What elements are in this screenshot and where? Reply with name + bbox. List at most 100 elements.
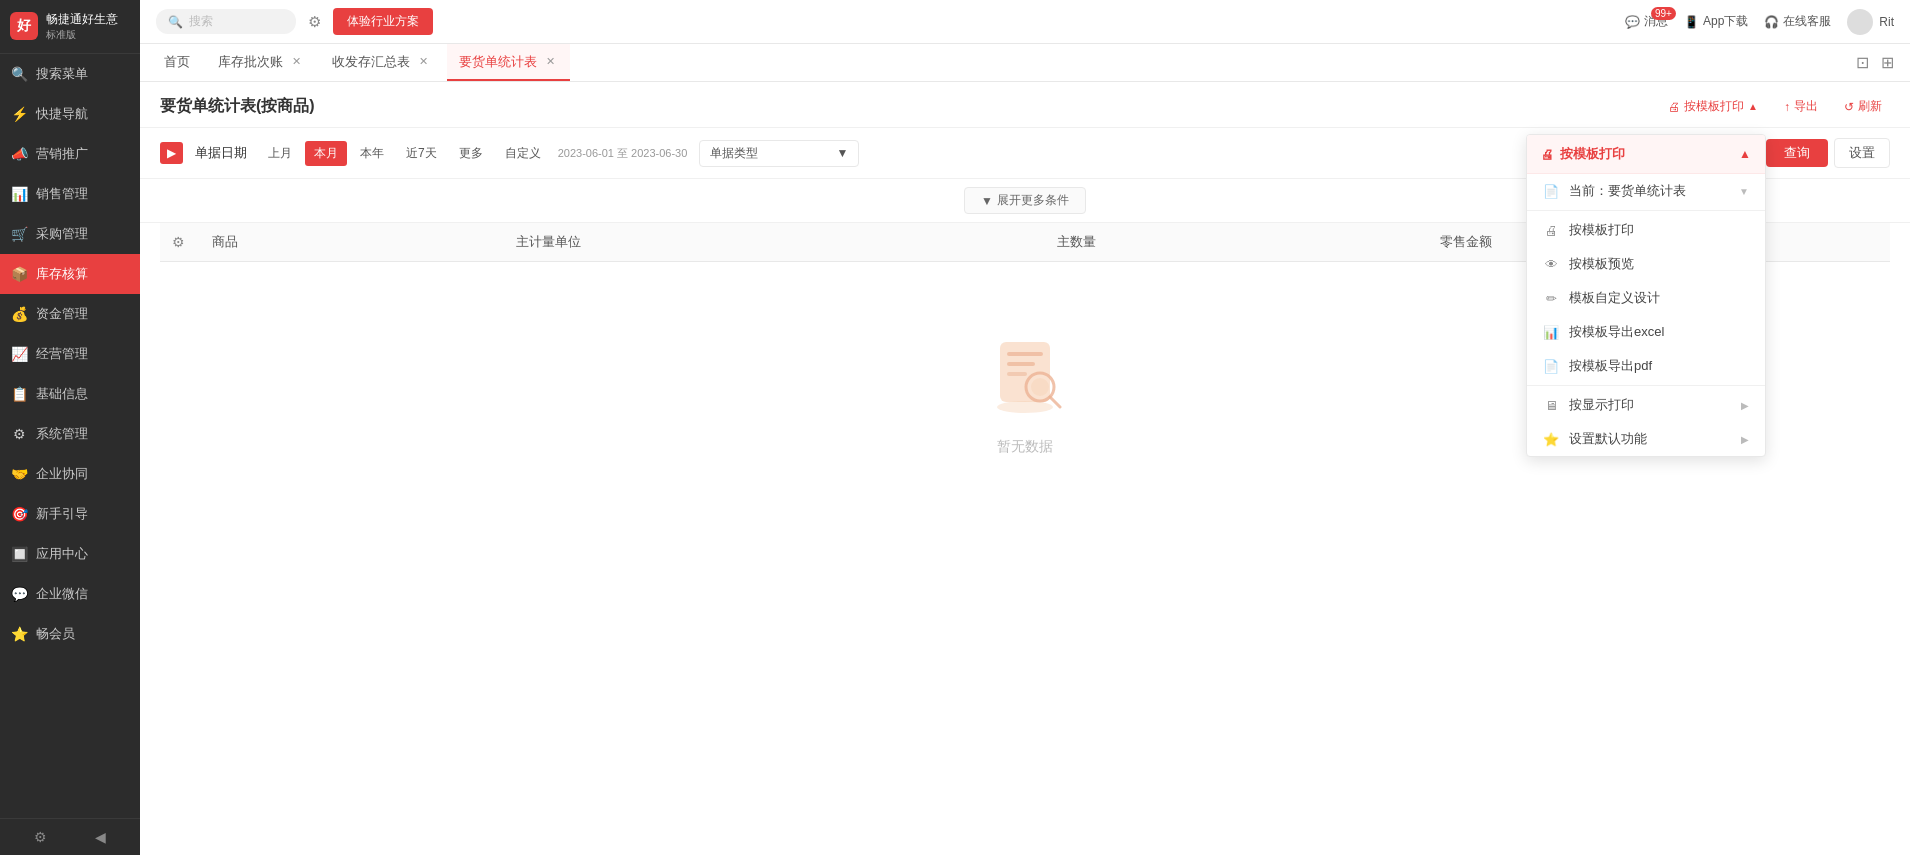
footer-collapse-icon[interactable]: ◀ [95, 829, 106, 845]
sidebar-item-quicknav[interactable]: ⚡ 快捷导航 [0, 94, 140, 134]
tab-home[interactable]: 首页 [152, 44, 202, 81]
table-col-quantity: 主数量 [1045, 223, 1428, 262]
set-default-chevron-icon: ▶ [1741, 434, 1749, 445]
appstore-icon: 🔲 [10, 545, 28, 563]
export-btn[interactable]: ↑ 导出 [1776, 94, 1826, 119]
filter-expand-icon[interactable]: ▶ [160, 142, 183, 164]
set-default-icon: ⭐ [1543, 431, 1559, 447]
date-btn-this-month[interactable]: 本月 [305, 141, 347, 166]
sidebar-item-guide[interactable]: 🎯 新手引导 [0, 494, 140, 534]
user-avatar [1847, 9, 1873, 35]
headset-icon: 🎧 [1764, 15, 1779, 29]
print-template-btn[interactable]: 🖨 按模板打印 ▲ 🖨 按模板打印 ▲ [1660, 94, 1766, 119]
sidebar-item-appstore[interactable]: 🔲 应用中心 [0, 534, 140, 574]
dropdown-item-export-pdf[interactable]: 📄 按模板导出pdf [1527, 349, 1765, 383]
tab-close-receivables-summary[interactable]: ✕ [416, 54, 431, 69]
user-name: Rit [1879, 15, 1894, 29]
table-settings-icon[interactable]: ⚙ [172, 234, 185, 250]
main-area: 🔍 搜索 ⚙ 体验行业方案 💬 消息 99+ 📱 App下载 🎧 在线客服 Ri… [140, 0, 1910, 855]
empty-text: 暂无数据 [997, 438, 1053, 456]
printer-icon: 🖨 [1668, 100, 1680, 114]
tab-inventory-batch[interactable]: 库存批次账 ✕ [206, 44, 316, 81]
purchase-icon: 🛒 [10, 225, 28, 243]
topbar-gear-icon[interactable]: ⚙ [308, 13, 321, 31]
date-btn-custom[interactable]: 自定义 [496, 141, 550, 166]
dropdown-item-set-default[interactable]: ⭐ 设置默认功能 ▶ [1527, 422, 1765, 456]
sidebar-item-operations[interactable]: 📈 经营管理 [0, 334, 140, 374]
quicknav-icon: ⚡ [10, 105, 28, 123]
system-icon: ⚙ [10, 425, 28, 443]
date-btn-this-year[interactable]: 本年 [351, 141, 393, 166]
date-btn-7days[interactable]: 近7天 [397, 141, 446, 166]
sidebar-item-collab[interactable]: 🤝 企业协同 [0, 454, 140, 494]
settings-btn[interactable]: 设置 [1834, 138, 1890, 168]
footer-settings-icon[interactable]: ⚙ [34, 829, 47, 845]
sidebar-item-system[interactable]: ⚙ 系统管理 [0, 414, 140, 454]
table-col-unit: 主计量单位 [504, 223, 1045, 262]
dropdown-divider-1 [1527, 210, 1765, 211]
tab-close-inventory-batch[interactable]: ✕ [289, 54, 304, 69]
current-template-icon: 📄 [1543, 183, 1559, 199]
template-preview-icon: 👁 [1543, 256, 1559, 272]
dropdown-item-export-excel[interactable]: 📊 按模板导出excel [1527, 315, 1765, 349]
dropdown-current-template[interactable]: 📄 当前：要货单统计表 ▼ [1527, 174, 1765, 208]
app-name: 畅捷通好生意 标准版 [46, 12, 118, 41]
wechat-icon: 💬 [10, 585, 28, 603]
dropdown-header-printer-icon: 🖨 [1541, 147, 1554, 162]
dropdown-item-template-preview[interactable]: 👁 按模板预览 [1527, 247, 1765, 281]
tab-receivables-summary[interactable]: 收发存汇总表 ✕ [320, 44, 443, 81]
svg-rect-4 [1007, 372, 1027, 376]
tab-order-stats[interactable]: 要货单统计表 ✕ [447, 44, 570, 81]
sidebar-item-sales[interactable]: 📊 销售管理 [0, 174, 140, 214]
dropdown-header: 🖨 按模板打印 ▲ [1527, 135, 1765, 174]
trial-btn[interactable]: 体验行业方案 [333, 8, 433, 35]
date-btn-more[interactable]: 更多 [450, 141, 492, 166]
page-content: 要货单统计表(按商品) 🖨 按模板打印 ▲ 🖨 按模板打印 ▲ [140, 82, 1910, 855]
topbar-search[interactable]: 🔍 搜索 [156, 9, 296, 34]
dropdown-item-template-print[interactable]: 🖨 按模板打印 [1527, 213, 1765, 247]
expand-more-icon: ▼ [981, 194, 993, 208]
member-icon: ⭐ [10, 625, 28, 643]
date-btn-last-month[interactable]: 上月 [259, 141, 301, 166]
sidebar-item-member[interactable]: ⭐ 畅会员 [0, 614, 140, 654]
print-dropdown: 🖨 按模板打印 ▲ 📄 当前：要货单统计表 ▼ [1526, 134, 1766, 457]
tab-close-order-stats[interactable]: ✕ [543, 54, 558, 69]
message-action[interactable]: 💬 消息 99+ [1625, 13, 1668, 30]
app-download-icon: 📱 [1684, 15, 1699, 29]
operations-icon: 📈 [10, 345, 28, 363]
inventory-icon: 📦 [10, 265, 28, 283]
sidebar-item-basic[interactable]: 📋 基础信息 [0, 374, 140, 414]
sidebar-item-search[interactable]: 🔍 搜索菜单 [0, 54, 140, 94]
svg-rect-2 [1007, 352, 1043, 356]
collab-icon: 🤝 [10, 465, 28, 483]
nav-menu: 🔍 搜索菜单 ⚡ 快捷导航 📣 营销推广 📊 销售管理 🛒 采购管理 📦 库存核… [0, 54, 140, 818]
logo-icon: 好 [10, 12, 38, 40]
basic-icon: 📋 [10, 385, 28, 403]
sidebar-item-wechat[interactable]: 💬 企业微信 [0, 574, 140, 614]
sidebar-item-marketing[interactable]: 📣 营销推广 [0, 134, 140, 174]
page-actions: 🖨 按模板打印 ▲ 🖨 按模板打印 ▲ [1660, 94, 1890, 119]
sidebar-item-purchase[interactable]: 🛒 采购管理 [0, 214, 140, 254]
user-area[interactable]: Rit [1847, 9, 1894, 35]
dropdown-item-display-print[interactable]: 🖥 按显示打印 ▶ [1527, 388, 1765, 422]
table-col-settings: ⚙ [160, 223, 200, 262]
query-btn[interactable]: 查询 [1766, 139, 1828, 167]
tab-restore-icon[interactable]: ⊡ [1852, 49, 1873, 76]
guide-icon: 🎯 [10, 505, 28, 523]
template-print-icon: 🖨 [1543, 222, 1559, 238]
dropdown-close-icon[interactable]: ▲ [1739, 147, 1751, 161]
refresh-btn[interactable]: ↺ 刷新 [1836, 94, 1890, 119]
search-icon: 🔍 [10, 65, 28, 83]
expand-more-btn[interactable]: ▼ 展开更多条件 [964, 187, 1086, 214]
app-download-action[interactable]: 📱 App下载 [1684, 13, 1748, 30]
bill-type-select[interactable]: 单据类型 ▼ [699, 140, 859, 167]
dropdown-divider-2 [1527, 385, 1765, 386]
table-col-goods: 商品 [200, 223, 504, 262]
tab-maximize-icon[interactable]: ⊞ [1877, 49, 1898, 76]
sidebar-item-finance[interactable]: 💰 资金管理 [0, 294, 140, 334]
online-service-action[interactable]: 🎧 在线客服 [1764, 13, 1831, 30]
pdf-icon: 📄 [1543, 358, 1559, 374]
dropdown-item-template-design[interactable]: ✏ 模板自定义设计 [1527, 281, 1765, 315]
sidebar-item-inventory[interactable]: 📦 库存核算 [0, 254, 140, 294]
export-icon: ↑ [1784, 100, 1790, 114]
